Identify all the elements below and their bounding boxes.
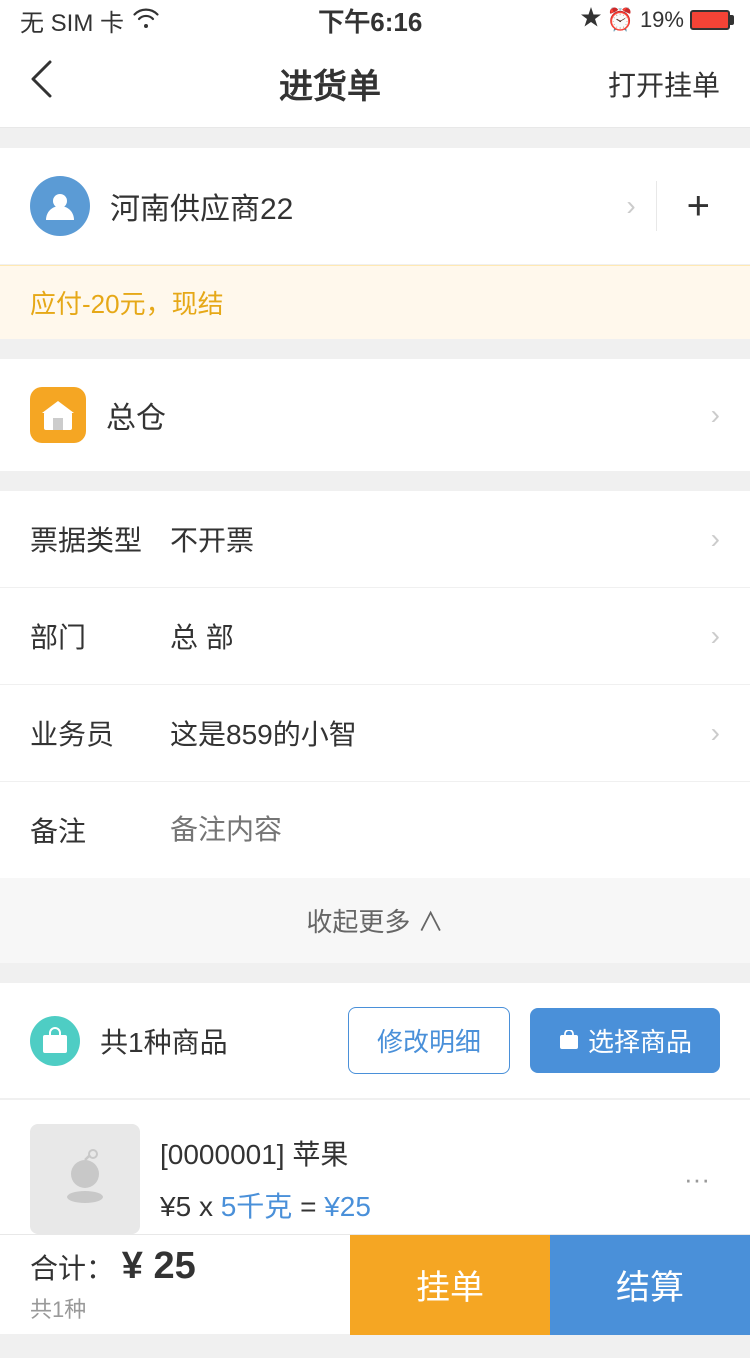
bottom-bar: 合计： ¥ 25 共1种 挂单 结算: [0, 1234, 750, 1334]
supplier-section: 河南供应商22 › + 应付-20元，现结: [0, 148, 750, 339]
salesperson-row[interactable]: 业务员 这是859的小智 ›: [0, 685, 750, 782]
checkout-button[interactable]: 结算: [550, 1235, 750, 1335]
products-header: 共1种商品 修改明细 选择商品: [0, 983, 750, 1098]
department-row[interactable]: 部门 总 部 ›: [0, 588, 750, 685]
product-count-text: 共1种商品: [100, 1021, 328, 1061]
product-name: [0000001] 苹果: [160, 1133, 654, 1173]
open-pending-button[interactable]: 打开挂单: [608, 64, 720, 104]
product-total: ¥25: [324, 1191, 371, 1222]
products-icon: [30, 1016, 80, 1066]
price-separator: x: [199, 1191, 221, 1222]
total-amount: ¥ 25: [122, 1245, 196, 1287]
page-title: 进货单: [279, 59, 381, 108]
status-right: ⏰ 19%: [581, 7, 730, 33]
equals-sign: =: [300, 1191, 324, 1222]
product-info: [0000001] 苹果 ¥5 x 5千克 = ¥25: [160, 1133, 654, 1225]
product-price: ¥5 x 5千克 = ¥25: [160, 1185, 654, 1225]
invoice-type-value: 不开票: [150, 519, 711, 559]
quantity-value: 5千克: [221, 1191, 293, 1222]
notice-bar: 应付-20元，现结: [0, 265, 750, 339]
remark-label: 备注: [30, 810, 150, 850]
department-label: 部门: [30, 616, 150, 656]
supplier-divider: [656, 181, 657, 231]
supplier-avatar: [30, 176, 90, 236]
warehouse-icon: [30, 387, 86, 443]
warehouse-arrow-icon: ›: [711, 399, 720, 431]
product-thumbnail: [30, 1124, 140, 1234]
warehouse-name: 总仓: [106, 393, 711, 437]
product-title: 苹果: [292, 1139, 348, 1170]
total-area: 合计： ¥ 25 共1种: [0, 1245, 350, 1324]
time-display: 下午6:16: [318, 2, 422, 39]
product-code: [0000001]: [160, 1139, 285, 1170]
back-button[interactable]: [30, 60, 52, 107]
remark-input[interactable]: [150, 814, 720, 846]
total-sub: 共1种: [30, 1292, 320, 1324]
gps-icon: [581, 7, 601, 33]
alarm-icon: ⏰: [607, 7, 634, 33]
remark-row[interactable]: 备注: [0, 782, 750, 878]
total-main: 合计： ¥ 25: [30, 1245, 320, 1288]
salesperson-label: 业务员: [30, 713, 150, 753]
battery-icon: [690, 10, 730, 30]
department-arrow-icon: ›: [711, 620, 720, 652]
collapse-bar[interactable]: 收起更多 ∧: [0, 878, 750, 963]
nav-bar: 进货单 打开挂单: [0, 40, 750, 128]
edit-detail-button[interactable]: 修改明细: [348, 1007, 510, 1074]
warehouse-row[interactable]: 总仓 ›: [0, 359, 750, 471]
total-label: 合计：: [30, 1253, 114, 1284]
department-value: 总 部: [150, 616, 711, 656]
status-bar: 无 SIM 卡 下午6:16 ⏰ 19%: [0, 0, 750, 40]
supplier-row[interactable]: 河南供应商22 › +: [0, 148, 750, 265]
supplier-name: 河南供应商22: [110, 184, 626, 228]
form-section: 票据类型 不开票 › 部门 总 部 › 业务员 这是859的小智 › 备注: [0, 491, 750, 878]
collapse-label: 收起更多 ∧: [306, 902, 443, 939]
salesperson-arrow-icon: ›: [711, 717, 720, 749]
select-product-label: 选择商品: [588, 1022, 692, 1059]
price-value: ¥5: [160, 1191, 191, 1222]
invoice-type-row[interactable]: 票据类型 不开票 ›: [0, 491, 750, 588]
invoice-type-arrow-icon: ›: [711, 523, 720, 555]
supplier-arrow-icon: ›: [626, 190, 635, 222]
sim-text: 无 SIM 卡: [20, 3, 124, 38]
invoice-type-label: 票据类型: [30, 519, 150, 559]
product-more-button[interactable]: ···: [674, 1160, 720, 1199]
hold-button[interactable]: 挂单: [350, 1235, 550, 1335]
status-left: 无 SIM 卡: [20, 3, 160, 38]
salesperson-value: 这是859的小智: [150, 713, 711, 753]
warehouse-section[interactable]: 总仓 ›: [0, 359, 750, 471]
battery-percent: 19%: [640, 7, 684, 33]
add-button[interactable]: +: [677, 184, 720, 229]
select-product-button[interactable]: 选择商品: [530, 1008, 720, 1073]
wifi-icon: [132, 6, 160, 35]
